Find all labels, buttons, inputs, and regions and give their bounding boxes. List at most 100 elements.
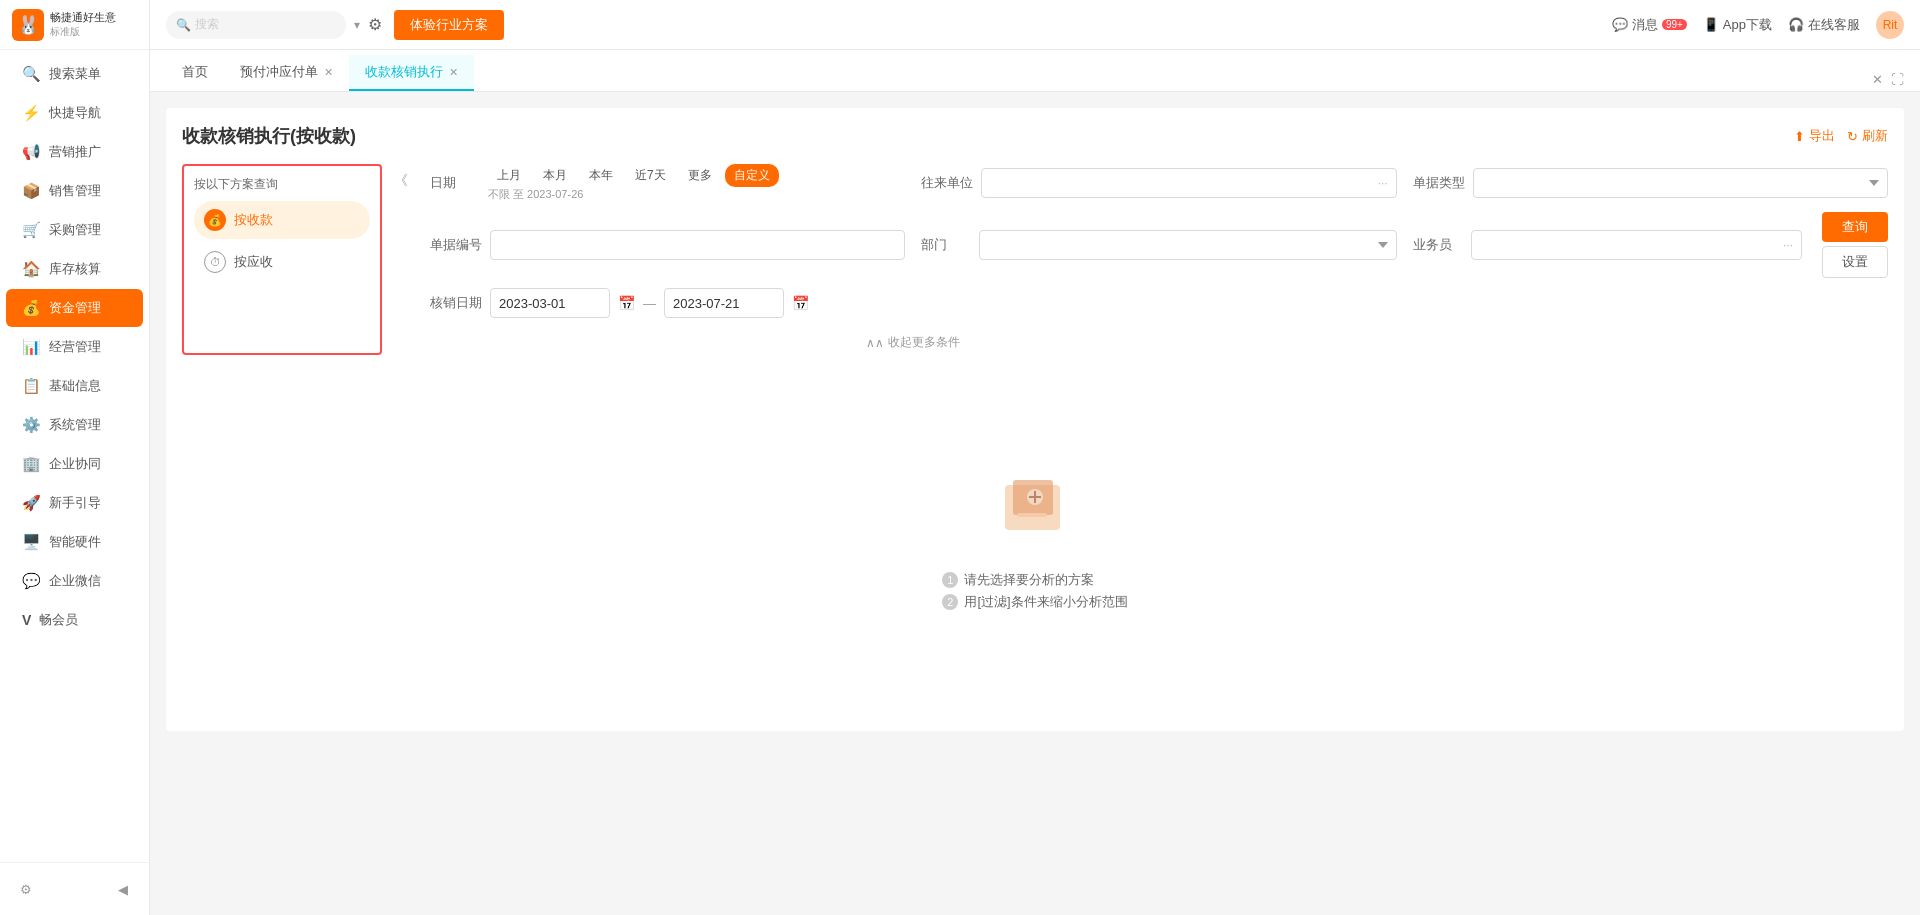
date-label: 日期 [430, 174, 480, 192]
header-search-box[interactable]: 🔍 搜索 [166, 11, 346, 39]
sidebar-item-inventory[interactable]: 🏠 库存核算 [6, 250, 143, 288]
collapse-more-label: 收起更多条件 [888, 334, 960, 351]
sidebar-item-label-enterprise: 企业协同 [49, 455, 101, 473]
service-icon: 🎧 [1788, 17, 1804, 32]
empty-tip-2: 2 用[过滤]条件来缩小分析范围 [942, 593, 1127, 611]
app-download-btn[interactable]: 📱 App下载 [1703, 16, 1772, 34]
writeoff-date-start[interactable] [490, 288, 610, 318]
header-right: 💬 消息 99+ 📱 App下载 🎧 在线客服 Rit [1612, 11, 1904, 39]
user-avatar[interactable]: Rit [1876, 11, 1904, 39]
sidebar-item-quick-nav[interactable]: ⚡ 快捷导航 [6, 94, 143, 132]
date-tag-custom[interactable]: 自定义 [725, 164, 779, 187]
header-gear-icon[interactable]: ⚙ [368, 15, 382, 34]
sidebar-item-member[interactable]: V 畅会员 [6, 601, 143, 639]
export-btn[interactable]: ⬆ 导出 [1794, 127, 1835, 145]
filter-right: 日期 上月 本月 本年 近7天 更多 自定义 不限 至 [430, 164, 1888, 355]
sidebar-item-sales[interactable]: 📦 销售管理 [6, 172, 143, 210]
filter-row-department: 部门 [921, 212, 1396, 278]
marketing-icon: 📢 [22, 143, 41, 161]
date-tag-this-year[interactable]: 本年 [580, 164, 622, 187]
writeoff-date-label: 核销日期 [430, 294, 482, 312]
collapse-more-conditions-btn[interactable]: ∧∧ 收起更多条件 [430, 330, 1397, 355]
sidebar-item-purchase[interactable]: 🛒 采购管理 [6, 211, 143, 249]
department-select[interactable] [979, 230, 1396, 260]
salesperson-label: 业务员 [1413, 236, 1463, 254]
partner-ellipsis-icon: ··· [1378, 176, 1388, 190]
chevron-up-icon: ∧∧ [866, 336, 884, 350]
by-receivable-icon: ⏱ [204, 251, 226, 273]
hardware-icon: 🖥️ [22, 533, 41, 551]
sidebar-item-label-guide: 新手引导 [49, 494, 101, 512]
filter-form: 日期 上月 本月 本年 近7天 更多 自定义 不限 至 [430, 164, 1888, 355]
search-placeholder-text: 搜索 [195, 16, 219, 33]
partner-label: 往来单位 [921, 174, 973, 192]
message-badge: 99+ [1662, 19, 1687, 30]
empty-tips: 1 请先选择要分析的方案 2 用[过滤]条件来缩小分析范围 [942, 567, 1127, 615]
partner-input[interactable]: ··· [981, 168, 1396, 198]
sidebar-item-guide[interactable]: 🚀 新手引导 [6, 484, 143, 522]
sidebar-nav: 🔍 搜索菜单 ⚡ 快捷导航 📢 营销推广 📦 销售管理 🛒 采购管理 🏠 库存核… [0, 50, 149, 862]
salesperson-input[interactable]: ··· [1471, 230, 1802, 260]
doc-type-select[interactable] [1473, 168, 1888, 198]
salesperson-ellipsis-icon: ··· [1783, 238, 1793, 252]
online-service-btn[interactable]: 🎧 在线客服 [1788, 16, 1860, 34]
writeoff-date-end-calendar-icon[interactable]: 📅 [792, 295, 809, 311]
date-tag-7days[interactable]: 近7天 [626, 164, 675, 187]
app-label: App下载 [1723, 16, 1772, 34]
sidebar-item-marketing[interactable]: 📢 营销推广 [6, 133, 143, 171]
sidebar-item-label-quick-nav: 快捷导航 [49, 104, 101, 122]
close-prepay-tab-icon[interactable]: ✕ [324, 66, 333, 79]
system-icon: ⚙️ [22, 416, 41, 434]
sidebar-item-basic-info[interactable]: 📋 基础信息 [6, 367, 143, 405]
expand-window-icon[interactable]: ⛶ [1891, 72, 1904, 87]
sidebar-item-wechat[interactable]: 💬 企业微信 [6, 562, 143, 600]
main-area: 🔍 搜索 ▾ ⚙ 体验行业方案 💬 消息 99+ 📱 App下载 🎧 在线客服 [150, 0, 1920, 915]
header-dropdown-icon[interactable]: ▾ [354, 18, 360, 32]
date-tag-last-month[interactable]: 上月 [488, 164, 530, 187]
tab-actions: ✕ ⛶ [1872, 72, 1904, 91]
sidebar-item-label-finance: 资金管理 [49, 299, 101, 317]
sidebar-item-business[interactable]: 📊 经营管理 [6, 328, 143, 366]
tab-home-label: 首页 [182, 63, 208, 81]
date-sub-text: 不限 至 2023-07-26 [488, 187, 905, 202]
doc-number-input[interactable] [490, 230, 905, 260]
app-name: 畅捷通好生意 [50, 10, 116, 24]
inventory-icon: 🏠 [22, 260, 41, 278]
sidebar-item-enterprise[interactable]: 🏢 企业协同 [6, 445, 143, 483]
date-tag-more[interactable]: 更多 [679, 164, 721, 187]
page-title-actions: ⬆ 导出 ↻ 刷新 [1794, 127, 1888, 145]
sidebar-item-system[interactable]: ⚙️ 系统管理 [6, 406, 143, 444]
message-label: 消息 [1632, 16, 1658, 34]
collapse-sidebar-btn[interactable]: ◀ [107, 873, 139, 905]
close-window-icon[interactable]: ✕ [1872, 72, 1883, 87]
date-tag-this-month[interactable]: 本月 [534, 164, 576, 187]
industry-btn[interactable]: 体验行业方案 [394, 10, 504, 40]
enterprise-icon: 🏢 [22, 455, 41, 473]
writeoff-date-start-calendar-icon[interactable]: 📅 [618, 295, 635, 311]
settings-btn[interactable]: 设置 [1822, 246, 1888, 278]
tab-receipt-writeoff[interactable]: 收款核销执行 ✕ [349, 55, 474, 91]
empty-state: 1 请先选择要分析的方案 2 用[过滤]条件来缩小分析范围 [182, 355, 1888, 715]
collapse-icon: 《 [394, 172, 408, 190]
filter-by-receipt[interactable]: 💰 按收款 [194, 201, 370, 239]
sidebar-item-label-member: 畅会员 [39, 611, 78, 629]
message-btn[interactable]: 💬 消息 99+ [1612, 16, 1687, 34]
sidebar-item-label-marketing: 营销推广 [49, 143, 101, 161]
settings-footer-btn[interactable]: ⚙ [10, 873, 42, 905]
sidebar-footer: ⚙ ◀ [0, 862, 149, 915]
filter-collapse-btn[interactable]: 《 [394, 164, 418, 355]
refresh-btn[interactable]: ↻ 刷新 [1847, 127, 1888, 145]
close-receipt-writeoff-tab-icon[interactable]: ✕ [449, 66, 458, 79]
purchase-icon: 🛒 [22, 221, 41, 239]
sidebar-item-finance[interactable]: 💰 资金管理 [6, 289, 143, 327]
tab-home[interactable]: 首页 [166, 55, 224, 91]
filter-date-tags: 上月 本月 本年 近7天 更多 自定义 [488, 164, 905, 187]
sidebar-item-hardware[interactable]: 🖥️ 智能硬件 [6, 523, 143, 561]
tab-prepay[interactable]: 预付冲应付单 ✕ [224, 55, 349, 91]
tip-num-1: 1 [942, 572, 958, 588]
sidebar-item-search-menu[interactable]: 🔍 搜索菜单 [6, 55, 143, 93]
page-title-row: 收款核销执行(按收款) ⬆ 导出 ↻ 刷新 [182, 124, 1888, 148]
query-btn[interactable]: 查询 [1822, 212, 1888, 242]
writeoff-date-end[interactable] [664, 288, 784, 318]
filter-by-receivable[interactable]: ⏱ 按应收 [194, 243, 370, 281]
